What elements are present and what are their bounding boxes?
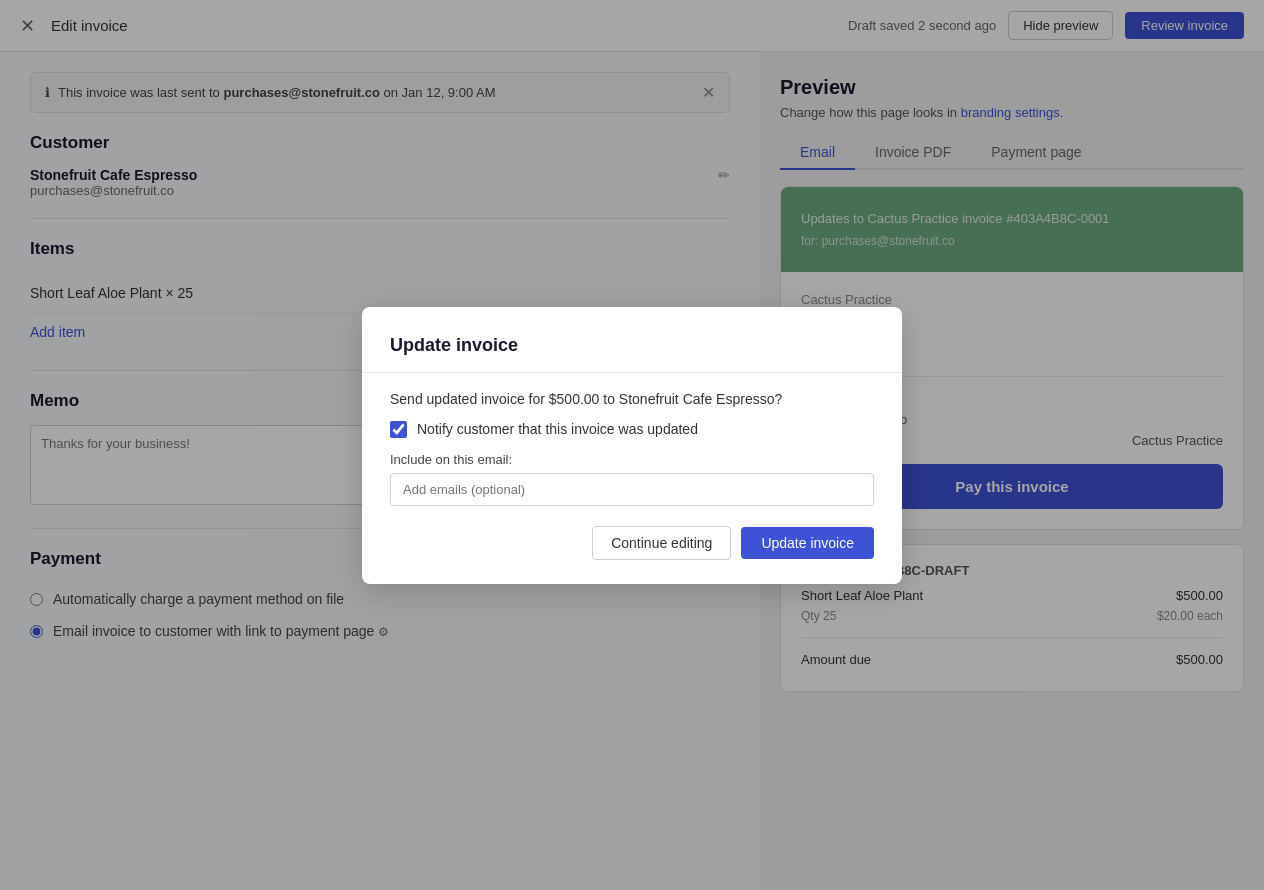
modal-divider [362,372,902,373]
modal: Update invoice Send updated invoice for … [362,307,902,584]
continue-editing-button[interactable]: Continue editing [592,526,731,560]
modal-checkbox-row: Notify customer that this invoice was up… [390,421,874,438]
notify-label: Notify customer that this invoice was up… [417,421,698,437]
modal-overlay: Update invoice Send updated invoice for … [0,0,1264,890]
modal-body: Send updated invoice for $500.00 to Ston… [390,391,874,407]
email-input[interactable] [390,473,874,506]
modal-actions: Continue editing Update invoice [390,526,874,560]
update-invoice-button[interactable]: Update invoice [741,527,874,559]
modal-title: Update invoice [390,335,874,356]
include-label: Include on this email: [390,452,874,467]
notify-checkbox[interactable] [390,421,407,438]
